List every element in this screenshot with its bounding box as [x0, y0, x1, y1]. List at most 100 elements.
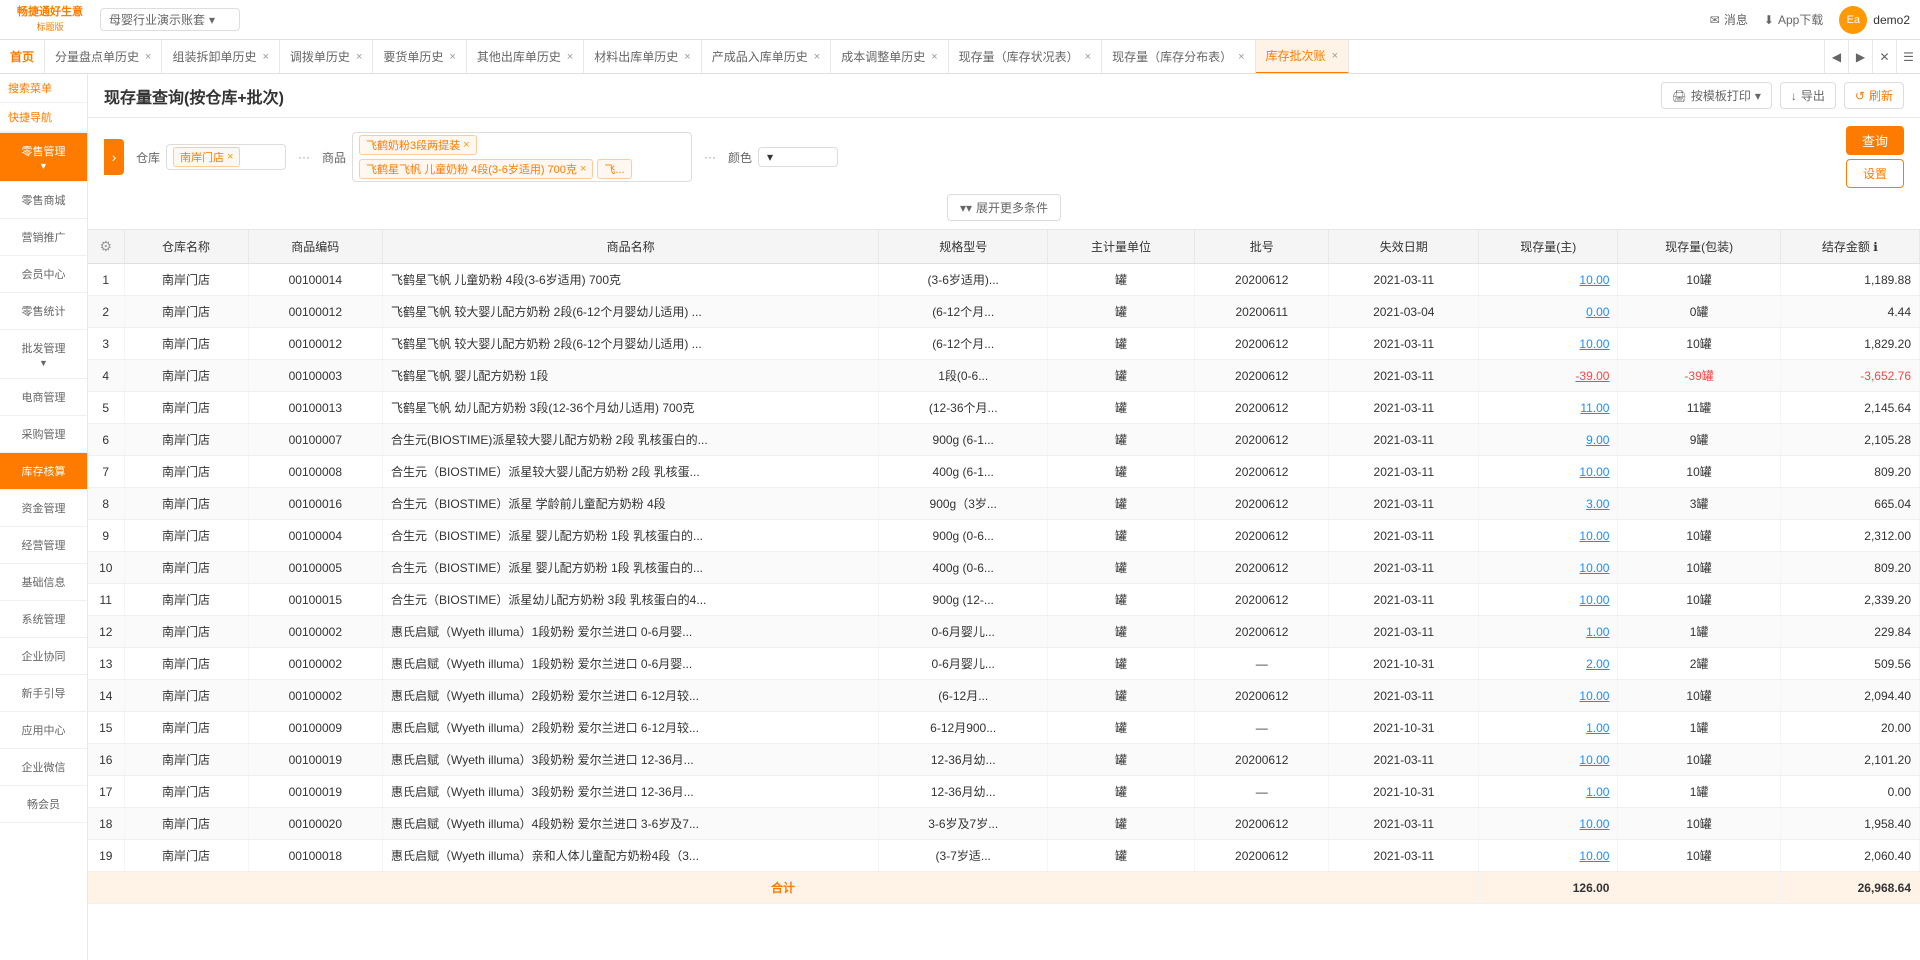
qty-main-link-1[interactable]: 0.00 — [1586, 305, 1609, 319]
qty-main-link-6[interactable]: 10.00 — [1579, 465, 1609, 479]
product-tag-close-2[interactable]: × — [580, 163, 586, 175]
sidebar-item-ecommerce[interactable]: 电商管理 — [0, 379, 87, 416]
product-tag-xingfei700[interactable]: 飞鹤星飞帆 儿童奶粉 4段(3-6岁适用) 700克 × — [359, 159, 593, 179]
tab-more-options[interactable]: ☰ — [1896, 40, 1920, 74]
warehouse-tag-container[interactable]: 南岸门店 × — [166, 144, 286, 170]
sidebar-item-marketing[interactable]: 营销推广 — [0, 219, 87, 256]
tab-cost-adjust-history[interactable]: 成本调整单历史 × — [831, 40, 948, 74]
product-filter: 商品 飞鹤奶粉3段两提装 × 飞鹤星飞帆 儿童奶粉 4段(3-6岁适用) 700… — [322, 132, 692, 182]
cell-name-9: 合生元（BIOSTIME）派星 婴儿配方奶粉 1段 乳核蛋白的... — [383, 552, 879, 584]
warehouse-tag-close-icon[interactable]: × — [227, 151, 233, 163]
close-batch-voucher[interactable]: × — [1332, 50, 1338, 62]
username: demo2 — [1873, 13, 1910, 27]
sidebar-item-basic[interactable]: 基础信息 — [0, 564, 87, 601]
cell-amount-2: 1,829.20 — [1780, 328, 1919, 360]
tab-close-current[interactable]: ✕ — [1872, 40, 1896, 74]
qty-main-link-9[interactable]: 10.00 — [1579, 561, 1609, 575]
sidebar-item-onboarding[interactable]: 新手引导 — [0, 675, 87, 712]
expand-more-button[interactable]: ▾▾ 展开更多条件 — [947, 194, 1061, 221]
product-tag-more[interactable]: 飞... — [597, 159, 631, 179]
qty-main-link-5[interactable]: 9.00 — [1586, 433, 1609, 447]
account-selector[interactable]: 母婴行业演示账套 ▾ — [100, 8, 240, 31]
tab-query-history[interactable]: 调拨单历史 × — [280, 40, 373, 74]
qty-main-link-11[interactable]: 1.00 — [1586, 625, 1609, 639]
cell-batch-9: 20200612 — [1195, 552, 1329, 584]
query-button[interactable]: 查询 — [1846, 126, 1904, 155]
sidebar-item-finance[interactable]: 资金管理 — [0, 490, 87, 527]
app-download-button[interactable]: ⬇ App下载 — [1764, 11, 1823, 28]
sidebar-item-inventory[interactable]: 库存核算 — [0, 453, 87, 490]
close-current-qty-status[interactable]: × — [1085, 51, 1091, 63]
tab-request-history[interactable]: 要货单历史 × — [373, 40, 466, 74]
refresh-button[interactable]: ↺ 刷新 — [1844, 82, 1904, 109]
column-settings-icon[interactable]: ⚙ — [99, 238, 112, 254]
sidebar-item-retail-stats[interactable]: 零售统计 — [0, 293, 87, 330]
cell-name-8: 合生元（BIOSTIME）派星 婴儿配方奶粉 1段 乳核蛋白的... — [383, 520, 879, 552]
qty-main-link-0[interactable]: 10.00 — [1579, 273, 1609, 287]
messages-button[interactable]: ✉ 消息 — [1710, 11, 1748, 28]
sidebar-item-enterprise[interactable]: 企业协同 — [0, 638, 87, 675]
qty-main-link-13[interactable]: 10.00 — [1579, 689, 1609, 703]
close-request-history[interactable]: × — [449, 51, 455, 63]
qty-main-link-14[interactable]: 1.00 — [1586, 721, 1609, 735]
qty-main-link-16[interactable]: 1.00 — [1586, 785, 1609, 799]
close-product-in-history[interactable]: × — [814, 51, 820, 63]
close-split-history[interactable]: × — [145, 51, 151, 63]
close-query-history[interactable]: × — [356, 51, 362, 63]
qty-main-link-15[interactable]: 10.00 — [1579, 753, 1609, 767]
sidebar-item-member[interactable]: 会员中心 — [0, 256, 87, 293]
close-material-out-history[interactable]: × — [684, 51, 690, 63]
qty-main-link-17[interactable]: 10.00 — [1579, 817, 1609, 831]
export-button[interactable]: ↓ 导出 — [1780, 82, 1836, 109]
filter-dots-1[interactable]: ··· — [298, 150, 310, 164]
qty-main-link-2[interactable]: 10.00 — [1579, 337, 1609, 351]
tab-current-qty-status[interactable]: 现存量（库存状况表） × — [949, 40, 1102, 74]
qty-main-link-4[interactable]: 11.00 — [1580, 401, 1609, 415]
sidebar-item-retail[interactable]: 零售管理 ▼ — [0, 133, 87, 182]
qty-main-link-18[interactable]: 10.00 — [1579, 849, 1609, 863]
user-profile[interactable]: Ea demo2 — [1839, 6, 1910, 34]
color-dropdown[interactable]: ▾ — [758, 147, 838, 167]
sidebar-item-operations[interactable]: 经营管理 — [0, 527, 87, 564]
tab-batch-voucher[interactable]: 库存批次账 × — [1256, 40, 1349, 74]
sidebar-item-member-card[interactable]: 畅会员 — [0, 786, 87, 823]
cell-qty-main-5: 9.00 — [1479, 424, 1618, 456]
page-header: 现存量查询(按仓库+批次) 🖨 按模板打印 ▾ ↓ 导出 ↺ 刷新 — [88, 74, 1920, 118]
cell-unit-5: 罐 — [1048, 424, 1195, 456]
sidebar-quick-nav-button[interactable]: 快捷导航 — [8, 109, 52, 125]
tab-other-out-history[interactable]: 其他出库单历史 × — [467, 40, 584, 74]
warehouse-tag-nangan[interactable]: 南岸门店 × — [173, 147, 240, 167]
sidebar-item-wholesale[interactable]: 批发管理 ▼ — [0, 330, 87, 379]
tab-current-qty-dist[interactable]: 现存量（库存分布表） × — [1102, 40, 1255, 74]
qty-main-link-3[interactable]: -39.00 — [1575, 369, 1609, 383]
settings-button[interactable]: 设置 — [1846, 159, 1904, 188]
product-tag-close-1[interactable]: × — [463, 139, 469, 151]
table-area[interactable]: ⚙ 仓库名称 商品编码 商品名称 规格型号 主计量单位 批号 失效日期 现存量(… — [88, 230, 1920, 960]
product-tag-container[interactable]: 飞鹤奶粉3段两提装 × 飞鹤星飞帆 儿童奶粉 4段(3-6岁适用) 700克 ×… — [352, 132, 692, 182]
sidebar-item-enterprise-wechat[interactable]: 企业微信 — [0, 749, 87, 786]
expand-filter-button[interactable]: › — [104, 139, 124, 175]
tab-home[interactable]: 首页 — [0, 40, 45, 74]
tab-product-in-history[interactable]: 产成品入库单历史 × — [702, 40, 831, 74]
close-disassemble-history[interactable]: × — [262, 51, 268, 63]
close-current-qty-dist[interactable]: × — [1238, 51, 1244, 63]
qty-main-link-7[interactable]: 3.00 — [1586, 497, 1609, 511]
close-other-out-history[interactable]: × — [567, 51, 573, 63]
sidebar-item-system[interactable]: 系统管理 — [0, 601, 87, 638]
product-tag-feihefenpowder3[interactable]: 飞鹤奶粉3段两提装 × — [359, 135, 477, 155]
tab-scroll-right[interactable]: ▶ — [1848, 40, 1872, 74]
qty-main-link-8[interactable]: 10.00 — [1579, 529, 1609, 543]
filter-dots-2[interactable]: ··· — [704, 150, 716, 164]
tab-disassemble-history[interactable]: 组装拆卸单历史 × — [162, 40, 279, 74]
sidebar-item-purchase[interactable]: 采购管理 — [0, 416, 87, 453]
sidebar-item-app-center[interactable]: 应用中心 — [0, 712, 87, 749]
qty-main-link-10[interactable]: 10.00 — [1579, 593, 1609, 607]
sidebar-item-retail-shop[interactable]: 零售商城 — [0, 182, 87, 219]
tab-scroll-left[interactable]: ◀ — [1824, 40, 1848, 74]
template-print-button[interactable]: 🖨 按模板打印 ▾ — [1661, 82, 1772, 109]
sidebar-search-button[interactable]: 搜索菜单 — [8, 80, 52, 96]
tab-split-history[interactable]: 分量盘点单历史 × — [45, 40, 162, 74]
tab-material-out-history[interactable]: 材料出库单历史 × — [584, 40, 701, 74]
qty-main-link-12[interactable]: 2.00 — [1586, 657, 1609, 671]
close-cost-adjust-history[interactable]: × — [931, 51, 937, 63]
